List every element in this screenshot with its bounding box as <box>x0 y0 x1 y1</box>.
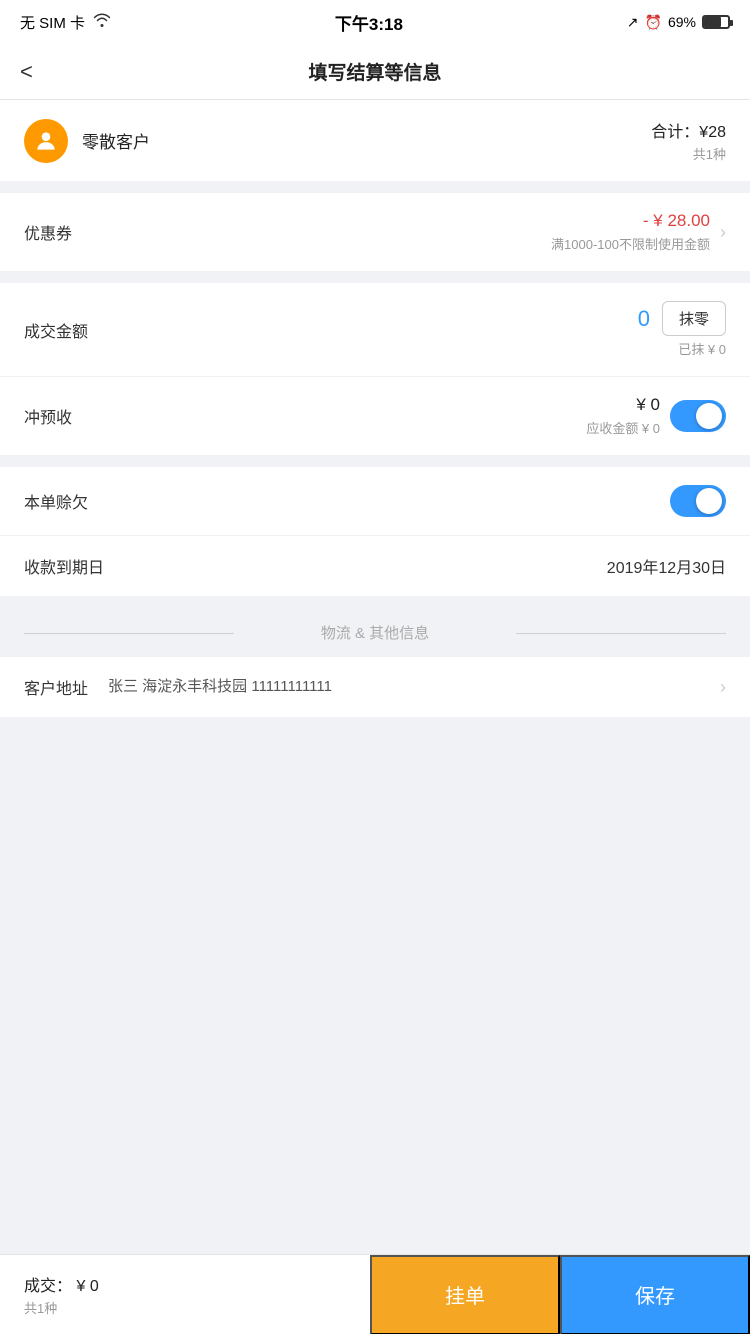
bottom-summary-top: 成交： ¥ 0 <box>24 1272 346 1296</box>
address-section[interactable]: 客户地址 张三 海淀永丰科技园 11111111111 › <box>0 657 750 717</box>
coupon-value-block: - ¥ 28.00 满1000-100不限制使用金额 <box>551 211 710 253</box>
bottom-summary: 成交： ¥ 0 共1种 <box>0 1272 370 1317</box>
summary-value: ¥ 0 <box>76 1278 98 1295</box>
transaction-label: 成交金额 <box>24 318 88 342</box>
deferred-toggle[interactable] <box>670 485 726 517</box>
due-date-label: 收款到期日 <box>24 554 104 578</box>
coupon-label: 优惠券 <box>24 220 72 244</box>
status-bar: 无 SIM 卡 下午3:18 ↗ ⏰ 69% <box>0 0 750 44</box>
person-icon <box>33 128 59 154</box>
address-row[interactable]: 客户地址 张三 海淀永丰科技园 11111111111 › <box>0 657 750 717</box>
logistics-label: 物流 & 其他信息 <box>321 625 429 642</box>
page-title: 填写结算等信息 <box>308 58 441 85</box>
customer-row: 零散客户 合计：¥28 共1种 <box>0 100 750 181</box>
prepayment-value: ¥ 0 <box>586 395 660 415</box>
status-left: 无 SIM 卡 <box>20 12 111 33</box>
back-button[interactable]: < <box>20 59 33 85</box>
prepayment-right: ¥ 0 应收金额 ¥ 0 <box>586 395 726 437</box>
battery-icon <box>702 15 730 29</box>
coupon-right: - ¥ 28.00 满1000-100不限制使用金额 › <box>551 211 726 253</box>
logistics-header: 物流 & 其他信息 <box>0 608 750 657</box>
customer-total: 合计：¥28 共1种 <box>651 118 726 163</box>
hold-button[interactable]: 挂单 <box>370 1255 560 1334</box>
deferred-toggle-knob <box>696 488 722 514</box>
transaction-value[interactable]: 0 <box>620 306 650 332</box>
save-button[interactable]: 保存 <box>560 1255 750 1334</box>
total-amount: 合计：¥28 <box>651 118 726 142</box>
amount-input-wrapper: 0 抹零 <box>620 301 726 336</box>
location-icon: ↗ <box>627 14 639 31</box>
round-button[interactable]: 抹零 <box>662 301 726 336</box>
prepayment-label: 冲预收 <box>24 404 72 428</box>
customer-avatar <box>24 119 68 163</box>
transaction-sub: 已抹 ¥ 0 <box>620 339 726 358</box>
deferred-row: 本单赊欠 <box>0 467 750 536</box>
prepayment-toggle[interactable] <box>670 400 726 432</box>
bottom-bar: 成交： ¥ 0 共1种 挂单 保存 <box>0 1254 750 1334</box>
wifi-icon <box>93 13 111 31</box>
coupon-chevron-icon: › <box>720 222 726 243</box>
due-date-row: 收款到期日 2019年12月30日 <box>0 536 750 596</box>
status-time: 下午3:18 <box>335 10 403 35</box>
status-right: ↗ ⏰ 69% <box>627 14 730 31</box>
item-count: 共1种 <box>651 144 726 163</box>
due-date-value: 2019年12月30日 <box>607 554 726 578</box>
deferred-section: 本单赊欠 收款到期日 2019年12月30日 <box>0 467 750 596</box>
address-label: 客户地址 <box>24 675 88 699</box>
coupon-value: - ¥ 28.00 <box>551 211 710 231</box>
customer-name: 零散客户 <box>82 128 150 153</box>
transaction-row: 成交金额 0 抹零 已抹 ¥ 0 <box>0 283 750 377</box>
prepayment-row: 冲预收 ¥ 0 应收金额 ¥ 0 <box>0 377 750 455</box>
alarm-icon: ⏰ <box>645 14 662 31</box>
battery-percent: 69% <box>668 14 696 30</box>
transaction-right: 0 抹零 已抹 ¥ 0 <box>620 301 726 358</box>
coupon-section[interactable]: 优惠券 - ¥ 28.00 满1000-100不限制使用金额 › <box>0 193 750 271</box>
main-content: 零散客户 合计：¥28 共1种 优惠券 - ¥ 28.00 满1000-100不… <box>0 100 750 829</box>
address-value: 张三 海淀永丰科技园 11111111111 <box>108 676 720 699</box>
deferred-label: 本单赊欠 <box>24 489 88 513</box>
deferred-right <box>670 485 726 517</box>
address-chevron-icon: › <box>720 677 726 698</box>
customer-section: 零散客户 合计：¥28 共1种 <box>0 100 750 181</box>
transaction-section: 成交金额 0 抹零 已抹 ¥ 0 冲预收 ¥ 0 应收金额 ¥ 0 <box>0 283 750 455</box>
nav-bar: < 填写结算等信息 <box>0 44 750 100</box>
prepayment-sub: 应收金额 ¥ 0 <box>586 418 660 437</box>
toggle-knob <box>696 403 722 429</box>
summary-label: 成交： <box>24 1278 72 1295</box>
coupon-row[interactable]: 优惠券 - ¥ 28.00 满1000-100不限制使用金额 › <box>0 193 750 271</box>
prepayment-value-block: ¥ 0 应收金额 ¥ 0 <box>586 395 660 437</box>
transaction-value-block: 0 抹零 已抹 ¥ 0 <box>620 301 726 358</box>
no-sim-label: 无 SIM 卡 <box>20 12 85 33</box>
bottom-summary-count: 共1种 <box>24 1298 346 1317</box>
coupon-sub: 满1000-100不限制使用金额 <box>551 234 710 253</box>
customer-info: 零散客户 <box>24 119 150 163</box>
